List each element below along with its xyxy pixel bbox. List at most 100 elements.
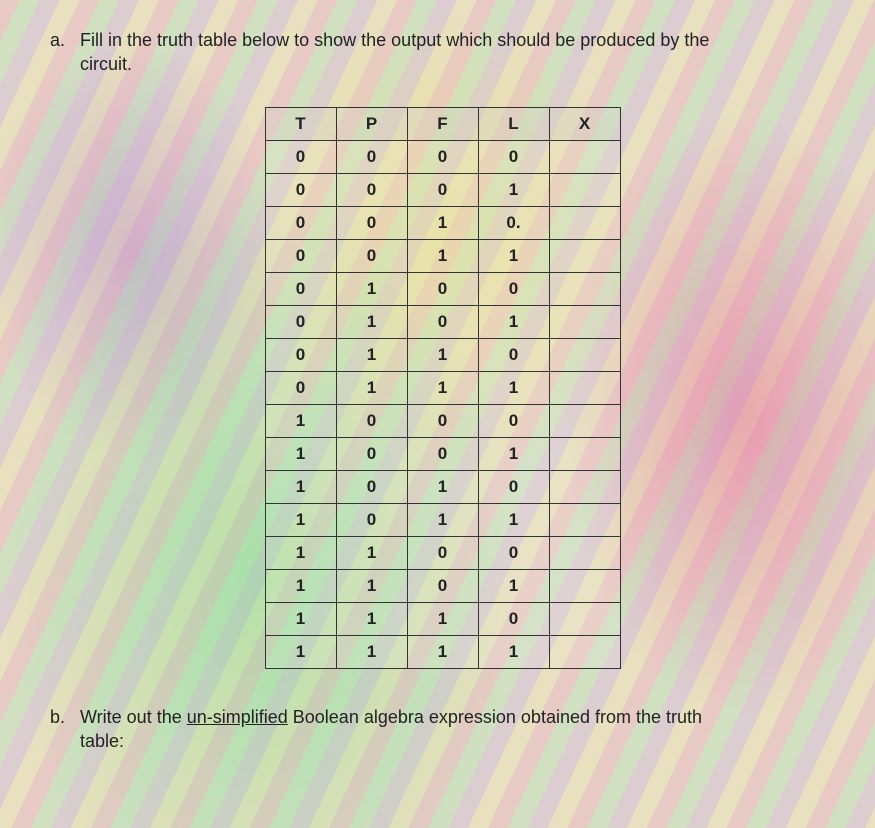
table-cell: 0 bbox=[407, 437, 478, 470]
table-cell: 0 bbox=[336, 140, 407, 173]
table-row: 1101 bbox=[265, 569, 620, 602]
table-cell bbox=[549, 371, 620, 404]
table-cell: 0 bbox=[336, 437, 407, 470]
table-cell: 0 bbox=[478, 272, 549, 305]
table-row: 0111 bbox=[265, 371, 620, 404]
question-b-text: Write out the un-simplified Boolean alge… bbox=[80, 705, 702, 754]
table-cell: 0 bbox=[265, 140, 336, 173]
table-cell: 0 bbox=[265, 173, 336, 206]
table-cell: 1 bbox=[336, 272, 407, 305]
table-row: 1110 bbox=[265, 602, 620, 635]
table-cell: 1 bbox=[407, 338, 478, 371]
table-cell: 1 bbox=[478, 503, 549, 536]
table-cell: 1 bbox=[407, 503, 478, 536]
table-cell: 1 bbox=[336, 371, 407, 404]
table-cell bbox=[549, 239, 620, 272]
table-row: 0010. bbox=[265, 206, 620, 239]
table-cell: 0 bbox=[478, 140, 549, 173]
table-cell: 1 bbox=[336, 569, 407, 602]
col-header-L: L bbox=[478, 107, 549, 140]
table-cell: 0 bbox=[336, 404, 407, 437]
table-cell: 0 bbox=[265, 371, 336, 404]
truth-table: T P F L X 000000010010.00110100010101100… bbox=[265, 107, 621, 669]
table-row: 1010 bbox=[265, 470, 620, 503]
table-cell: 1 bbox=[478, 635, 549, 668]
table-row: 1100 bbox=[265, 536, 620, 569]
table-cell: 0 bbox=[478, 404, 549, 437]
col-header-X: X bbox=[549, 107, 620, 140]
col-header-T: T bbox=[265, 107, 336, 140]
table-row: 0001 bbox=[265, 173, 620, 206]
table-cell: 1 bbox=[407, 371, 478, 404]
col-header-P: P bbox=[336, 107, 407, 140]
table-cell bbox=[549, 404, 620, 437]
table-row: 1001 bbox=[265, 437, 620, 470]
table-cell: 1 bbox=[265, 635, 336, 668]
question-a-text: Fill in the truth table below to show th… bbox=[80, 28, 709, 77]
table-cell bbox=[549, 536, 620, 569]
table-cell: 0 bbox=[265, 272, 336, 305]
table-cell: 0 bbox=[336, 206, 407, 239]
table-cell: 1 bbox=[336, 305, 407, 338]
table-cell: 0 bbox=[478, 470, 549, 503]
table-cell: 1 bbox=[478, 239, 549, 272]
table-cell: 1 bbox=[265, 602, 336, 635]
table-cell bbox=[549, 305, 620, 338]
table-cell: 1 bbox=[336, 536, 407, 569]
table-cell bbox=[549, 569, 620, 602]
truth-table-wrap: T P F L X 000000010010.00110100010101100… bbox=[50, 107, 835, 669]
table-cell bbox=[549, 602, 620, 635]
table-cell: 1 bbox=[478, 305, 549, 338]
question-b-label: b. bbox=[50, 705, 68, 754]
table-cell: 1 bbox=[478, 569, 549, 602]
table-cell bbox=[549, 338, 620, 371]
table-cell: 0 bbox=[265, 239, 336, 272]
table-cell bbox=[549, 437, 620, 470]
table-cell: 1 bbox=[265, 569, 336, 602]
table-row: 1000 bbox=[265, 404, 620, 437]
table-cell: 1 bbox=[478, 437, 549, 470]
table-cell: 0 bbox=[336, 503, 407, 536]
table-cell: 0 bbox=[336, 239, 407, 272]
table-cell: 1 bbox=[407, 470, 478, 503]
table-row: 0011 bbox=[265, 239, 620, 272]
question-a: a. Fill in the truth table below to show… bbox=[50, 28, 835, 77]
table-row: 0100 bbox=[265, 272, 620, 305]
table-cell: 0 bbox=[265, 305, 336, 338]
table-cell: 1 bbox=[265, 536, 336, 569]
table-header-row: T P F L X bbox=[265, 107, 620, 140]
col-header-F: F bbox=[407, 107, 478, 140]
table-cell: 1 bbox=[407, 602, 478, 635]
table-cell: 0 bbox=[407, 569, 478, 602]
table-cell: 0 bbox=[407, 272, 478, 305]
table-cell: 1 bbox=[265, 404, 336, 437]
table-cell: 0 bbox=[478, 536, 549, 569]
table-cell bbox=[549, 272, 620, 305]
table-cell: 0 bbox=[336, 173, 407, 206]
table-row: 1011 bbox=[265, 503, 620, 536]
table-cell: 1 bbox=[336, 635, 407, 668]
table-cell: 0 bbox=[478, 602, 549, 635]
table-cell: 0 bbox=[407, 305, 478, 338]
table-cell: 1 bbox=[336, 338, 407, 371]
table-cell: 1 bbox=[336, 602, 407, 635]
table-cell: 0 bbox=[265, 338, 336, 371]
table-cell: 0 bbox=[407, 404, 478, 437]
table-cell: 1 bbox=[478, 371, 549, 404]
table-cell bbox=[549, 206, 620, 239]
table-cell bbox=[549, 470, 620, 503]
question-a-label: a. bbox=[50, 28, 68, 77]
table-cell: 0 bbox=[336, 470, 407, 503]
table-cell: 0 bbox=[407, 140, 478, 173]
table-row: 0000 bbox=[265, 140, 620, 173]
table-cell bbox=[549, 635, 620, 668]
table-cell bbox=[549, 503, 620, 536]
table-cell: 1 bbox=[265, 503, 336, 536]
table-cell: 0 bbox=[407, 536, 478, 569]
question-b: b. Write out the un-simplified Boolean a… bbox=[50, 705, 835, 754]
table-cell: 0 bbox=[407, 173, 478, 206]
table-cell: 1 bbox=[478, 173, 549, 206]
table-cell: 0. bbox=[478, 206, 549, 239]
table-row: 1111 bbox=[265, 635, 620, 668]
table-cell: 1 bbox=[265, 470, 336, 503]
